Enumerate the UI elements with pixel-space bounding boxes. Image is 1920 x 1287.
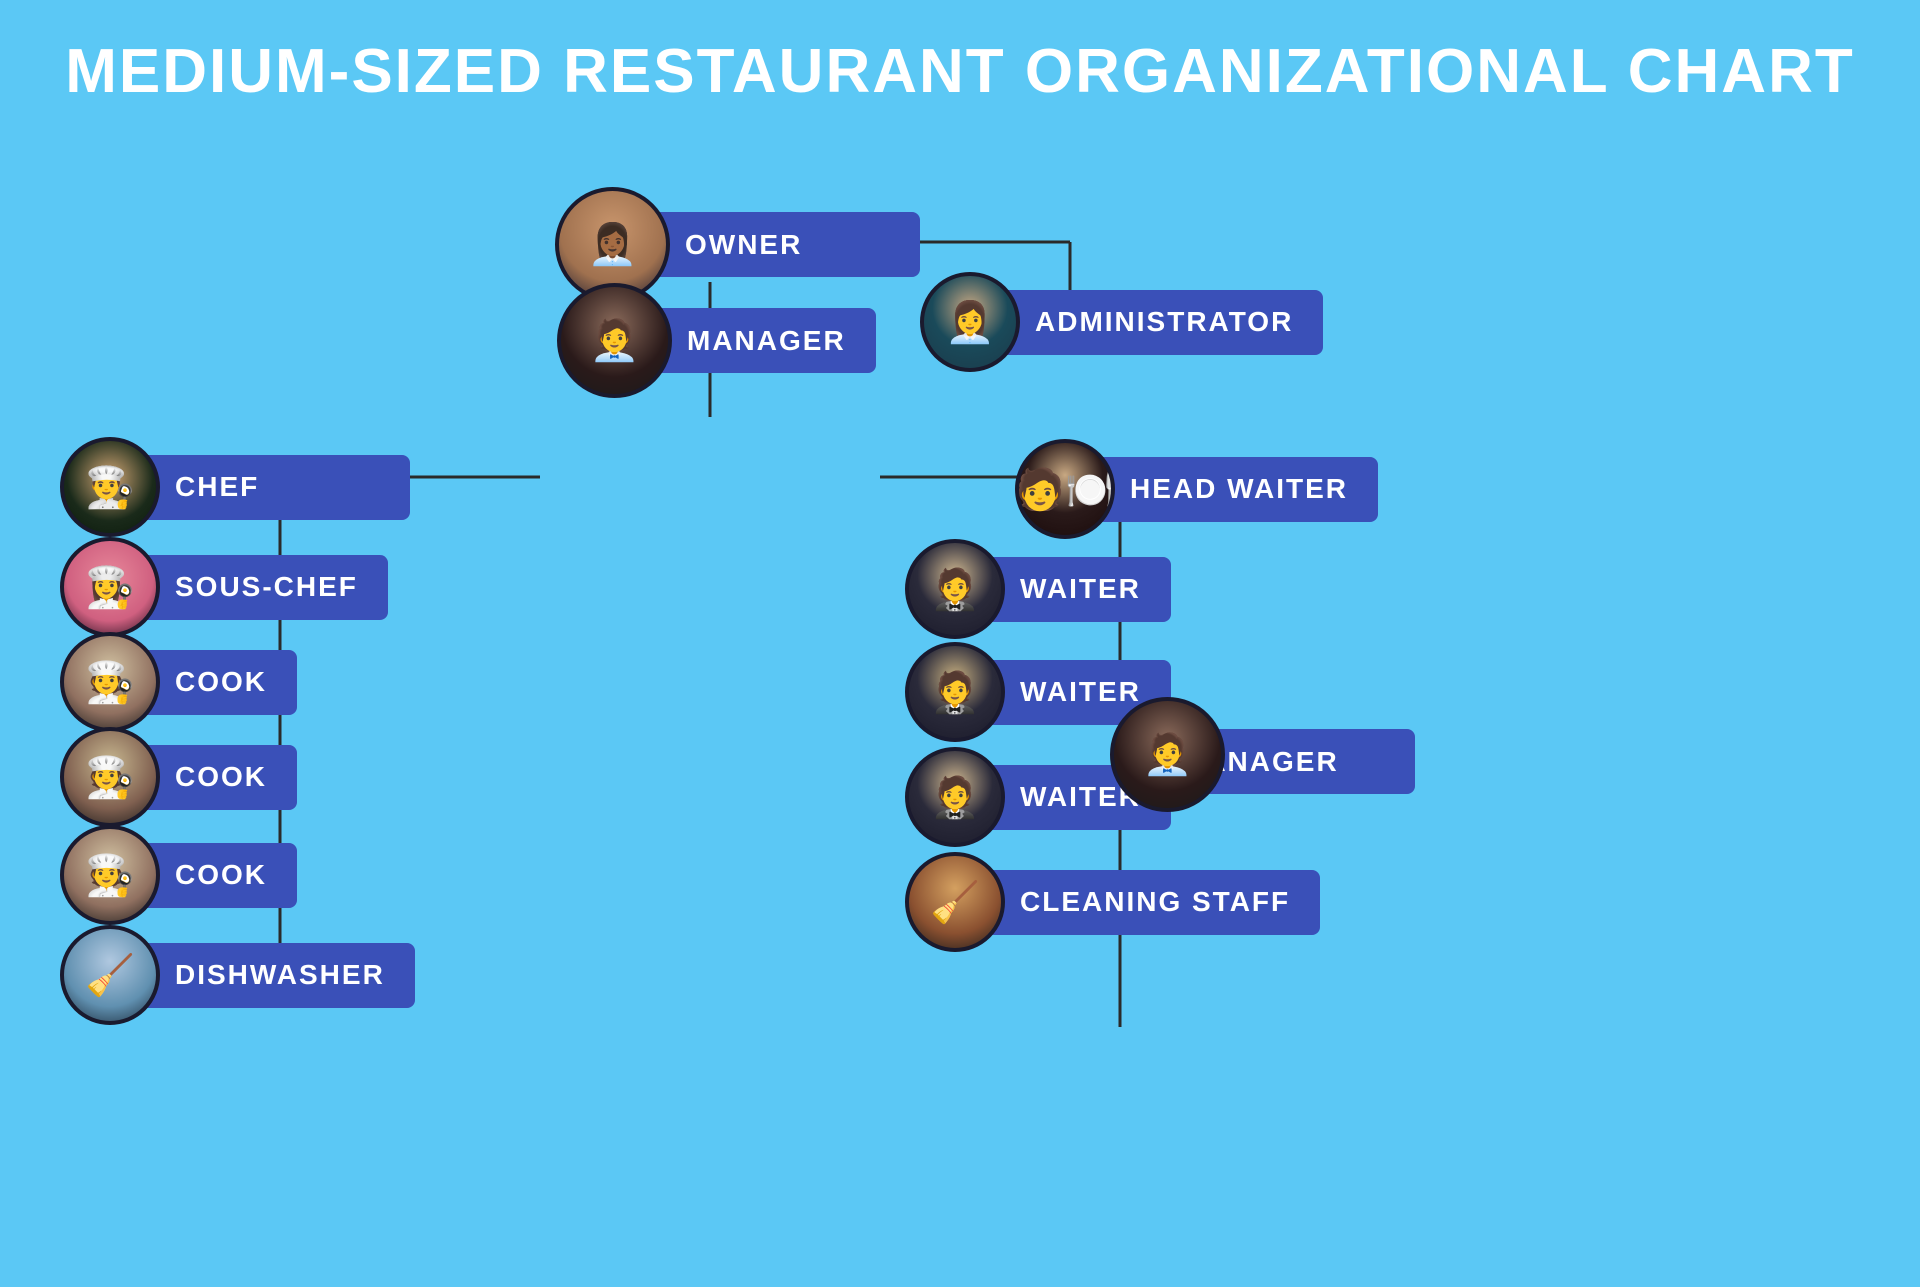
dishwasher-avatar: 🧹 [60, 925, 160, 1025]
head-waiter-label: HEAD WAITER [1085, 457, 1378, 522]
manager-wrapper: 🧑‍💼 MANAGER [557, 283, 876, 398]
waiter3-avatar: 🤵 [905, 747, 1005, 847]
sous-chef-avatar: 👩‍🍳 [60, 537, 160, 637]
page-title: MEDIUM-SIZED RESTAURANT ORGANIZATIONAL C… [0, 0, 1920, 127]
cleaning-staff-label: CLEANING STAFF [975, 870, 1320, 935]
manager-avatar-2: 🧑‍💼 [557, 283, 672, 398]
sous-chef-label: SOUS-CHEF [130, 555, 388, 620]
chef-node: 👨‍🍳 CHEF [60, 437, 410, 537]
waiter2-avatar: 🤵 [905, 642, 1005, 742]
administrator-avatar: 👩‍💼 [920, 272, 1020, 372]
manager-label-2: MANAGER [642, 308, 876, 373]
cook2-avatar: 🧑‍🍳 [60, 727, 160, 827]
cook3-avatar: 🧑‍🍳 [60, 825, 160, 925]
chef-label: CHEF [130, 455, 410, 520]
org-chart: 👩🏾‍💼 OWNER 👩‍💼 ADMINISTRATOR 🧑‍💼 MANAGER… [0, 127, 1920, 1287]
cleaning-staff-node: 🧹 CLEANING STAFF [905, 852, 1320, 952]
administrator-node: 👩‍💼 ADMINISTRATOR [920, 272, 1323, 372]
cook3-node: 🧑‍🍳 COOK [60, 825, 297, 925]
manager-avatar: 🧑‍💼 [1110, 697, 1225, 812]
dishwasher-label: DISHWASHER [130, 943, 415, 1008]
sous-chef-node: 👩‍🍳 SOUS-CHEF [60, 537, 388, 637]
cleaning-staff-avatar: 🧹 [905, 852, 1005, 952]
chef-avatar: 👨‍🍳 [60, 437, 160, 537]
owner-label: OWNER [640, 212, 920, 277]
cook1-node: 🧑‍🍳 COOK [60, 632, 297, 732]
head-waiter-avatar: 🧑‍🍽️ [1015, 439, 1115, 539]
head-waiter-node: 🧑‍🍽️ HEAD WAITER [1015, 439, 1378, 539]
waiter1-avatar: 🤵 [905, 539, 1005, 639]
cook1-avatar: 🧑‍🍳 [60, 632, 160, 732]
administrator-label: ADMINISTRATOR [990, 290, 1323, 355]
cook2-node: 🧑‍🍳 COOK [60, 727, 297, 827]
dishwasher-node: 🧹 DISHWASHER [60, 925, 415, 1025]
waiter1-node: 🤵 WAITER [905, 539, 1171, 639]
